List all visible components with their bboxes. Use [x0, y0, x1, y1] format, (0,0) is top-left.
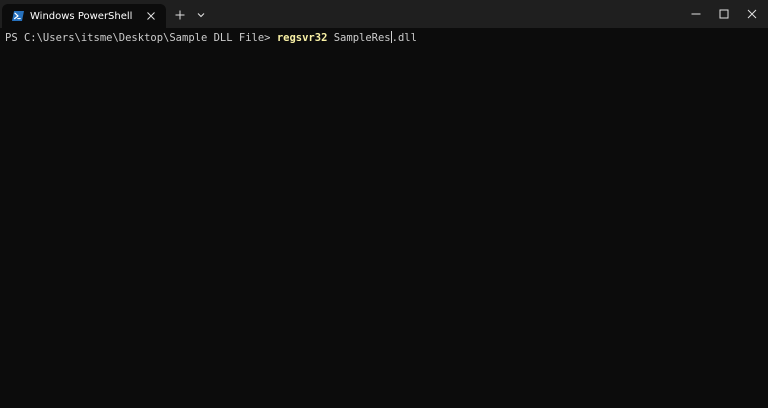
close-icon[interactable]	[144, 9, 158, 23]
terminal-output[interactable]: PS C:\Users\itsme\Desktop\Sample DLL Fil…	[5, 31, 417, 45]
command-text: regsvr32	[276, 32, 328, 44]
close-window-icon[interactable]	[734, 0, 768, 28]
argument-suffix-text: .dll	[391, 32, 417, 44]
argument-text: SampleRes	[327, 32, 391, 44]
title-bar[interactable]: Windows PowerShell	[0, 0, 768, 28]
tab-windows-powershell[interactable]: Windows PowerShell	[2, 4, 166, 28]
terminal-window: Windows PowerShell PS C:\Users\itsme\Des…	[0, 0, 768, 408]
plus-icon[interactable]	[172, 7, 188, 23]
chevron-down-icon[interactable]	[194, 7, 208, 23]
tab-title: Windows PowerShell	[30, 10, 133, 22]
powershell-icon	[12, 10, 24, 22]
prompt-text: PS C:\Users\itsme\Desktop\Sample DLL Fil…	[5, 32, 277, 44]
